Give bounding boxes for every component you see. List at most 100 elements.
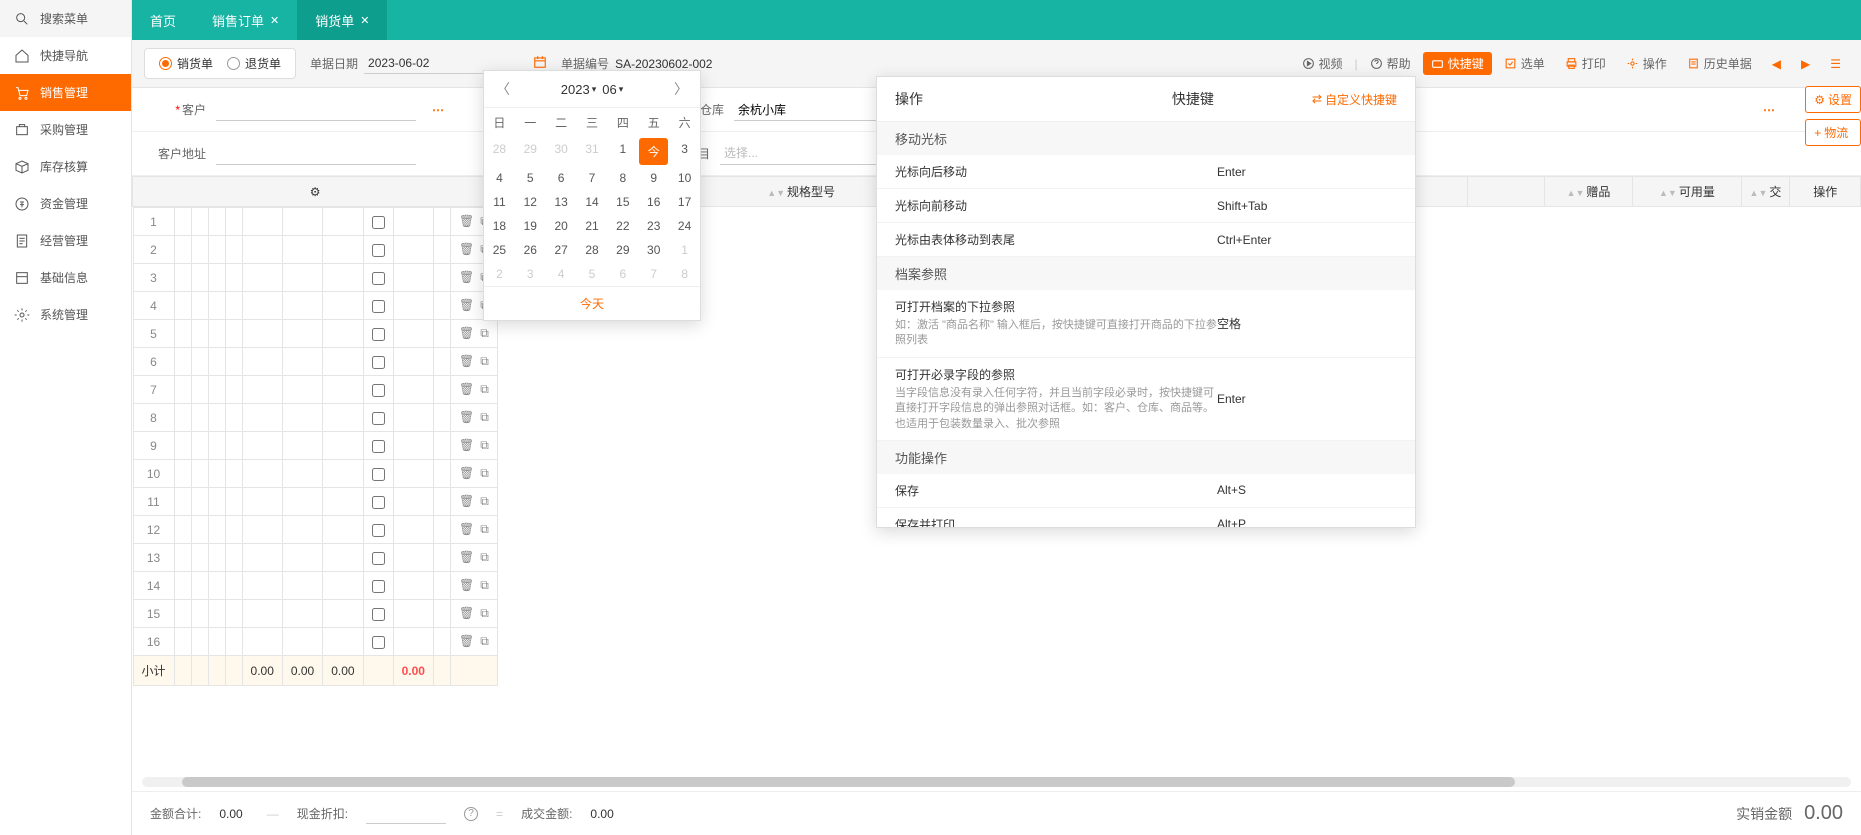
copy-icon[interactable]: ⧉ bbox=[480, 606, 489, 621]
copy-icon[interactable]: ⧉ bbox=[480, 550, 489, 565]
cell[interactable] bbox=[282, 292, 322, 320]
history-button[interactable]: 历史单据 bbox=[1679, 52, 1760, 75]
cal-day[interactable]: 13 bbox=[546, 190, 577, 214]
cell[interactable] bbox=[174, 236, 191, 264]
cell[interactable] bbox=[433, 264, 450, 292]
cal-day-other[interactable]: 6 bbox=[607, 262, 638, 286]
list-toggle[interactable]: ☰ bbox=[1822, 54, 1849, 74]
checkbox[interactable] bbox=[372, 468, 385, 481]
gift-checkbox[interactable] bbox=[363, 460, 393, 488]
copy-icon[interactable]: ⧉ bbox=[480, 634, 489, 649]
today-button[interactable]: 今天 bbox=[484, 286, 700, 320]
checkbox[interactable] bbox=[372, 384, 385, 397]
cell[interactable] bbox=[323, 432, 363, 460]
cell[interactable] bbox=[433, 460, 450, 488]
settings-button[interactable]: ⚙设置 bbox=[1805, 86, 1861, 113]
cal-day[interactable]: 25 bbox=[484, 238, 515, 262]
cal-day-today[interactable]: 今 bbox=[639, 138, 668, 165]
cell[interactable] bbox=[433, 320, 450, 348]
delete-icon[interactable]: 🗑 bbox=[459, 634, 474, 649]
cell[interactable] bbox=[282, 376, 322, 404]
cell[interactable] bbox=[393, 600, 433, 628]
delete-icon[interactable]: 🗑 bbox=[459, 354, 474, 369]
cell[interactable] bbox=[282, 600, 322, 628]
more-icon[interactable]: ⋯ bbox=[1757, 103, 1781, 117]
cell[interactable] bbox=[323, 404, 363, 432]
gift-checkbox[interactable] bbox=[363, 628, 393, 656]
cell[interactable] bbox=[208, 292, 225, 320]
table-row[interactable]: 2 🗑⧉ bbox=[133, 236, 497, 264]
cell[interactable] bbox=[282, 432, 322, 460]
checkbox[interactable] bbox=[372, 580, 385, 593]
cell[interactable] bbox=[433, 432, 450, 460]
cell[interactable] bbox=[208, 516, 225, 544]
gift-checkbox[interactable] bbox=[363, 404, 393, 432]
tab-sales-bill[interactable]: 销货单✕ bbox=[297, 0, 387, 40]
cal-day-other[interactable]: 5 bbox=[577, 262, 608, 286]
cal-day[interactable]: 20 bbox=[546, 214, 577, 238]
cal-day-other[interactable]: 2 bbox=[484, 262, 515, 286]
cell[interactable] bbox=[323, 376, 363, 404]
cell[interactable] bbox=[323, 264, 363, 292]
checkbox[interactable] bbox=[372, 496, 385, 509]
copy-icon[interactable]: ⧉ bbox=[480, 354, 489, 369]
table-row[interactable]: 15 🗑⧉ bbox=[133, 600, 497, 628]
cell[interactable] bbox=[225, 292, 242, 320]
delete-icon[interactable]: 🗑 bbox=[459, 578, 474, 593]
cal-day[interactable]: 11 bbox=[484, 190, 515, 214]
cell[interactable] bbox=[191, 292, 208, 320]
cell[interactable] bbox=[191, 404, 208, 432]
cell[interactable] bbox=[282, 628, 322, 656]
cell[interactable] bbox=[191, 264, 208, 292]
gift-checkbox[interactable] bbox=[363, 208, 393, 236]
year-selector[interactable]: 2023▾ bbox=[561, 82, 596, 97]
cell[interactable] bbox=[174, 376, 191, 404]
cell[interactable] bbox=[174, 488, 191, 516]
cell[interactable] bbox=[208, 544, 225, 572]
cal-day-other[interactable]: 3 bbox=[515, 262, 546, 286]
cal-day[interactable]: 8 bbox=[607, 166, 638, 190]
cell[interactable] bbox=[225, 544, 242, 572]
gift-checkbox[interactable] bbox=[363, 236, 393, 264]
delete-icon[interactable]: 🗑 bbox=[459, 242, 474, 257]
cell[interactable] bbox=[208, 264, 225, 292]
cell[interactable] bbox=[433, 516, 450, 544]
cell[interactable] bbox=[208, 208, 225, 236]
cell[interactable] bbox=[174, 264, 191, 292]
copy-icon[interactable]: ⧉ bbox=[480, 494, 489, 509]
copy-icon[interactable]: ⧉ bbox=[480, 382, 489, 397]
cell[interactable] bbox=[433, 628, 450, 656]
next-button[interactable]: ▶ bbox=[1793, 54, 1818, 74]
cell[interactable] bbox=[282, 404, 322, 432]
logistics-button[interactable]: +物流 bbox=[1805, 119, 1861, 146]
cell[interactable] bbox=[393, 264, 433, 292]
cell[interactable] bbox=[225, 348, 242, 376]
cell[interactable] bbox=[433, 348, 450, 376]
cell[interactable] bbox=[225, 572, 242, 600]
cell[interactable] bbox=[225, 320, 242, 348]
cell[interactable] bbox=[242, 404, 282, 432]
cell[interactable] bbox=[323, 208, 363, 236]
cal-day[interactable]: 14 bbox=[577, 190, 608, 214]
tab-home[interactable]: 首页 bbox=[132, 0, 194, 40]
checkbox[interactable] bbox=[372, 244, 385, 257]
table-row[interactable]: 7 🗑⧉ bbox=[133, 376, 497, 404]
cell[interactable] bbox=[242, 376, 282, 404]
cell[interactable] bbox=[191, 516, 208, 544]
cal-day[interactable]: 21 bbox=[577, 214, 608, 238]
cell[interactable] bbox=[282, 236, 322, 264]
cell[interactable] bbox=[433, 236, 450, 264]
cell[interactable] bbox=[225, 628, 242, 656]
cell[interactable] bbox=[225, 376, 242, 404]
cell[interactable] bbox=[208, 572, 225, 600]
gift-checkbox[interactable] bbox=[363, 376, 393, 404]
cell[interactable] bbox=[282, 488, 322, 516]
table-row[interactable]: 3 🗑⧉ bbox=[133, 264, 497, 292]
cell[interactable] bbox=[282, 572, 322, 600]
col-deliver[interactable]: ▲▼交 bbox=[1741, 177, 1790, 207]
checkbox[interactable] bbox=[372, 412, 385, 425]
cell[interactable] bbox=[433, 600, 450, 628]
cell[interactable] bbox=[174, 404, 191, 432]
delete-icon[interactable]: 🗑 bbox=[459, 466, 474, 481]
delete-icon[interactable]: 🗑 bbox=[459, 326, 474, 341]
